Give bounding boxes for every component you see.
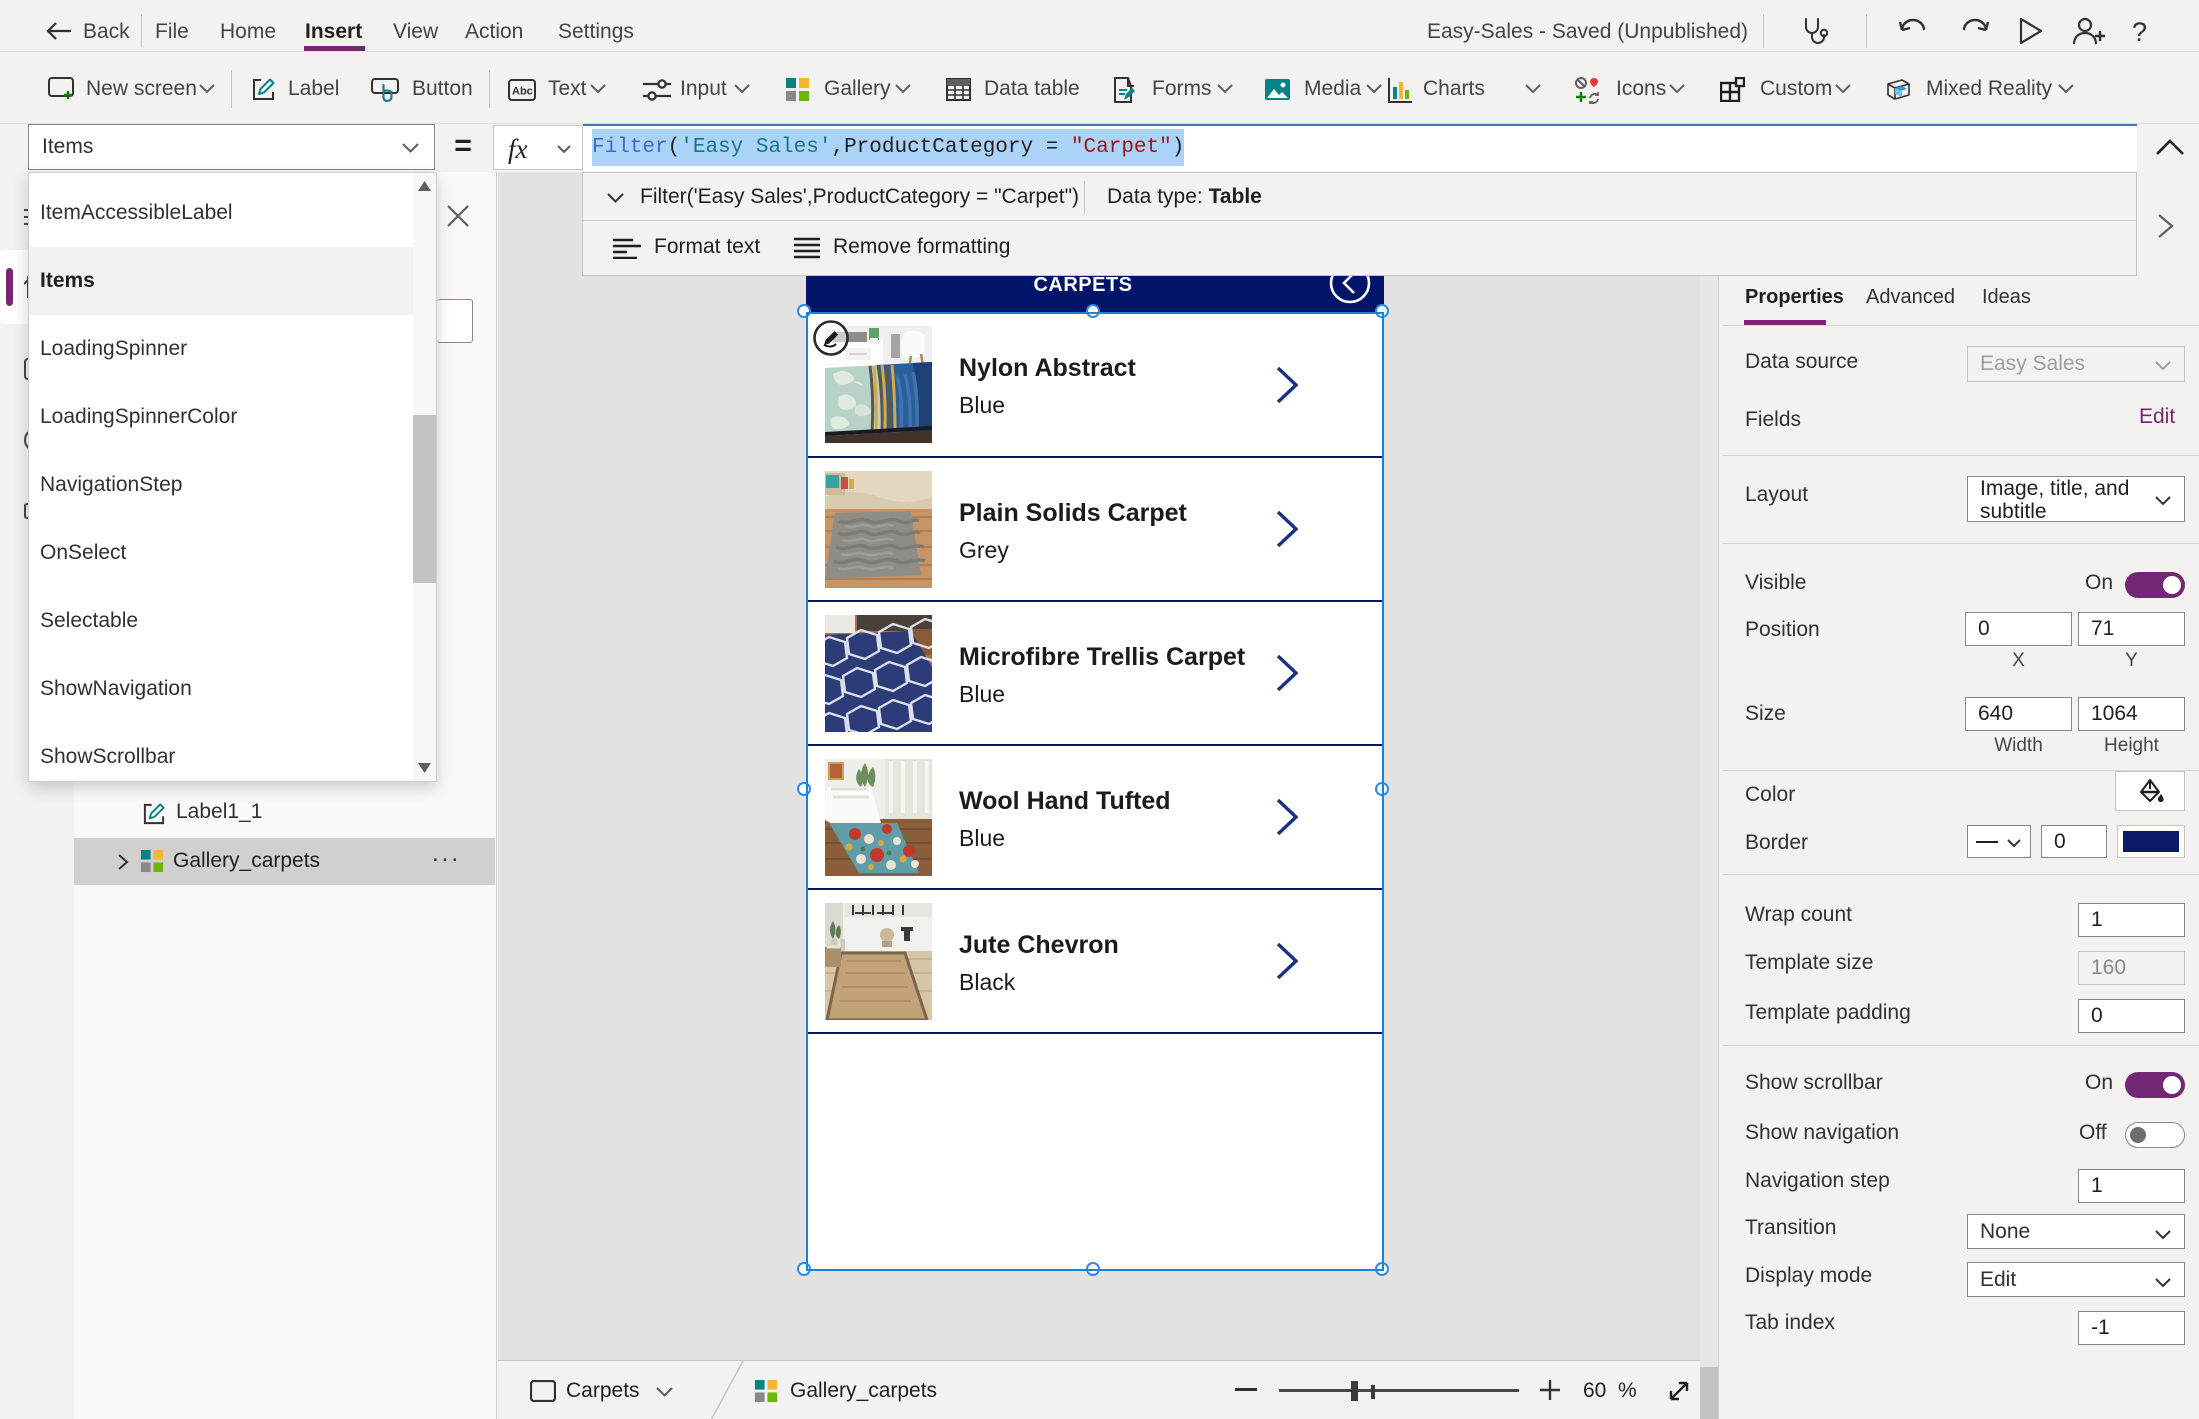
svg-text:fx: fx (508, 134, 528, 164)
svg-text:Abc: Abc (512, 86, 533, 98)
